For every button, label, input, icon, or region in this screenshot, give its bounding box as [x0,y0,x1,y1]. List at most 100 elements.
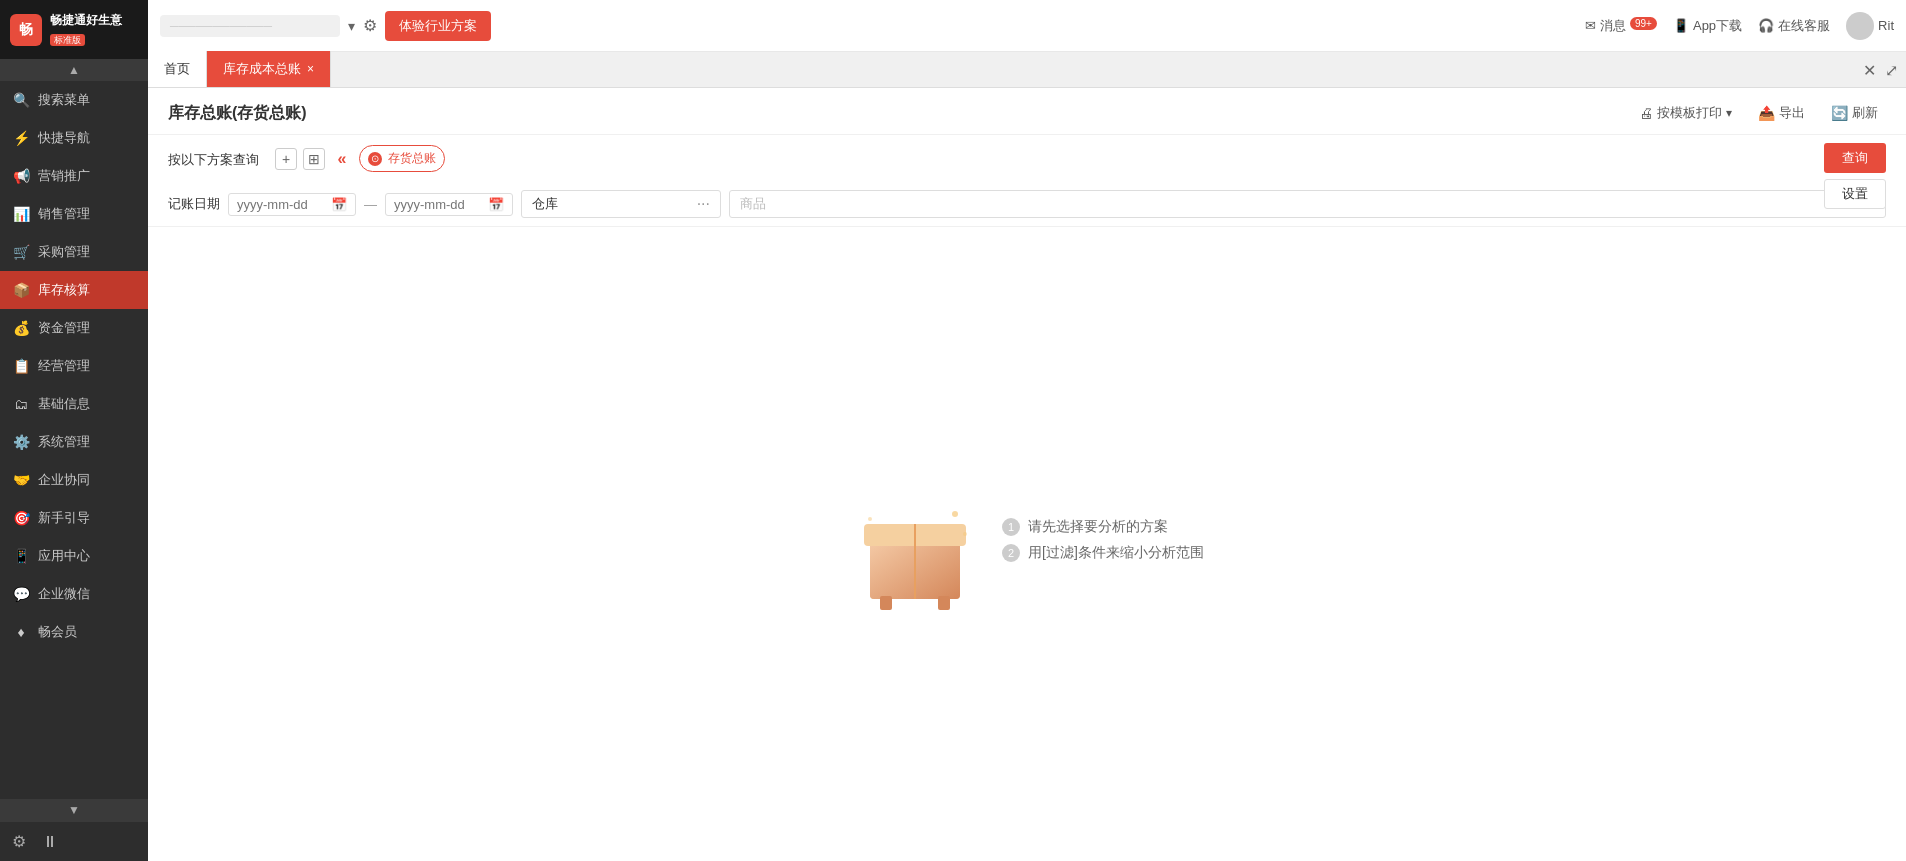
sidebar-item-marketing[interactable]: 📢 营销推广 [0,157,148,195]
filter-area: 按以下方案查询 + ⊞ « ⊙ 存货总账 查询 设置 [148,135,1906,182]
sidebar-item-corp[interactable]: 🤝 企业协同 [0,461,148,499]
hint-num-1: 1 [1002,518,1020,536]
tab-home[interactable]: 首页 [148,51,207,87]
sidebar: 畅 畅捷通好生意 标准版 ▲ 🔍 搜索菜单 ⚡ 快捷导航 📢 营销推广 📊 销售… [0,0,148,861]
date-filter-row: 记账日期 📅 — 📅 仓库 ··· 商品 ··· [148,182,1906,227]
date-start-input[interactable] [237,197,327,212]
audio-icon[interactable]: ⏸ [42,833,58,851]
sidebar-logo: 畅 畅捷通好生意 标准版 [0,0,148,59]
hint-num-2: 2 [1002,544,1020,562]
appstore-icon: 📱 [12,547,30,565]
trial-button[interactable]: 体验行业方案 [385,11,491,41]
scheme-dot-icon: ⊙ [368,152,382,166]
content-area: 库存总账(存货总账) 🖨 按模板打印 ▾ 📤 导出 🔄 刷新 按以下方案查 [148,88,1906,861]
messages-item[interactable]: ✉ 消息 99+ [1585,17,1657,35]
svg-rect-6 [938,596,950,610]
logo-text: 畅捷通好生意 标准版 [50,12,122,47]
purchase-icon: 🛒 [12,243,30,261]
settings-icon[interactable]: ⚙ [12,832,26,851]
sidebar-item-purchase[interactable]: 🛒 采购管理 [0,233,148,271]
sidebar-item-shortcut[interactable]: ⚡ 快捷导航 [0,119,148,157]
sales-icon: 📊 [12,205,30,223]
filter-label: 按以下方案查询 [168,151,259,169]
sidebar-item-sales[interactable]: 📊 销售管理 [0,195,148,233]
panel-close-icon[interactable]: ✕ [1863,60,1876,79]
empty-illustration [850,484,970,604]
system-icon: ⚙️ [12,433,30,451]
sidebar-scroll-up[interactable]: ▲ [0,59,148,81]
inventory-icon: 📦 [12,281,30,299]
sidebar-item-inventory[interactable]: 📦 库存核算 [0,271,148,309]
corp-icon: 🤝 [12,471,30,489]
sidebar-footer: ⚙ ⏸ [0,821,148,861]
calendar-start-icon[interactable]: 📅 [331,197,347,212]
basic-icon: 🗂 [12,395,30,413]
warehouse-select[interactable]: 仓库 ··· [521,190,721,218]
user-avatar [1846,12,1874,40]
print-button[interactable]: 🖨 按模板打印 ▾ [1631,100,1740,126]
filter-schema-button[interactable]: ⊞ [303,148,325,170]
topbar-right: ✉ 消息 99+ 📱 App下载 🎧 在线客服 Rit [1585,12,1894,40]
empty-state: 1 请先选择要分析的方案 2 用[过滤]条件来缩小分析范围 [148,227,1906,861]
refresh-button[interactable]: 🔄 刷新 [1823,100,1886,126]
topbar-search-box: ──────────── [160,15,340,37]
print-dropdown-icon[interactable]: ▾ [1726,106,1732,120]
topbar-dropdown-icon[interactable]: ▾ [348,18,355,34]
calendar-end-icon[interactable]: 📅 [488,197,504,212]
online-service-item[interactable]: 🎧 在线客服 [1758,17,1830,35]
date-dash: — [364,197,377,212]
message-icon: ✉ [1585,18,1596,33]
sidebar-scroll-down[interactable]: ▼ [0,799,148,821]
empty-text: 1 请先选择要分析的方案 2 用[过滤]条件来缩小分析范围 [1002,518,1204,570]
page-header: 库存总账(存货总账) 🖨 按模板打印 ▾ 📤 导出 🔄 刷新 [148,88,1906,135]
sidebar-item-operation[interactable]: 📋 经营管理 [0,347,148,385]
newbie-icon: 🎯 [12,509,30,527]
sidebar-item-search[interactable]: 🔍 搜索菜单 [0,81,148,119]
export-icon: 📤 [1758,105,1775,121]
headset-icon: 🎧 [1758,18,1774,33]
warehouse-more-icon[interactable]: ··· [697,195,710,213]
date-end-input[interactable] [394,197,484,212]
panel-expand-icon[interactable]: ⤢ [1885,60,1898,79]
topbar-gear-icon[interactable]: ⚙ [363,16,377,35]
user-item[interactable]: Rit [1846,12,1894,40]
topbar-nav: ──────────── ▾ ⚙ 体验行业方案 [160,11,1575,41]
tab-close-icon[interactable]: × [307,62,314,76]
scheme-item[interactable]: ⊙ 存货总账 [359,145,445,172]
page-title: 库存总账(存货总账) [168,103,307,124]
page-header-actions: 🖨 按模板打印 ▾ 📤 导出 🔄 刷新 [1631,100,1886,126]
date-label: 记账日期 [168,195,220,213]
marketing-icon: 📢 [12,167,30,185]
main-area: ──────────── ▾ ⚙ 体验行业方案 ✉ 消息 99+ 📱 App下载… [148,0,1906,861]
wechat-icon: 💬 [12,585,30,603]
search-button[interactable]: 查询 [1824,143,1886,173]
sidebar-item-appstore[interactable]: 📱 应用中心 [0,537,148,575]
tab-inventory-ledger[interactable]: 库存成本总账 × [207,51,331,87]
search-icon: 🔍 [12,91,30,109]
svg-point-9 [868,517,872,521]
date-end-wrap: 📅 [385,193,513,216]
shortcut-icon: ⚡ [12,129,30,147]
filter-collapse-button[interactable]: « [331,148,353,170]
settings-button[interactable]: 设置 [1824,179,1886,209]
topbar: ──────────── ▾ ⚙ 体验行业方案 ✉ 消息 99+ 📱 App下载… [148,0,1906,52]
sidebar-item-newbie[interactable]: 🎯 新手引导 [0,499,148,537]
sidebar-item-system[interactable]: ⚙️ 系统管理 [0,423,148,461]
svg-point-7 [952,511,958,517]
commodity-select[interactable]: 商品 ··· [729,190,1886,218]
phone-icon: 📱 [1673,18,1689,33]
sidebar-item-vip[interactable]: ♦ 畅会员 [0,613,148,651]
sidebar-item-basic[interactable]: 🗂 基础信息 [0,385,148,423]
svg-rect-5 [880,596,892,610]
app-download-item[interactable]: 📱 App下载 [1673,17,1742,35]
filter-add-button[interactable]: + [275,148,297,170]
sidebar-item-wechat[interactable]: 💬 企业微信 [0,575,148,613]
date-start-wrap: 📅 [228,193,356,216]
svg-point-8 [963,532,967,536]
action-buttons-col: 查询 设置 [1824,143,1886,209]
export-button[interactable]: 📤 导出 [1750,100,1813,126]
vip-icon: ♦ [12,623,30,641]
sidebar-item-finance[interactable]: 💰 资金管理 [0,309,148,347]
finance-icon: 💰 [12,319,30,337]
tabbar: 首页 库存成本总账 × ✕ ⤢ [148,52,1906,88]
